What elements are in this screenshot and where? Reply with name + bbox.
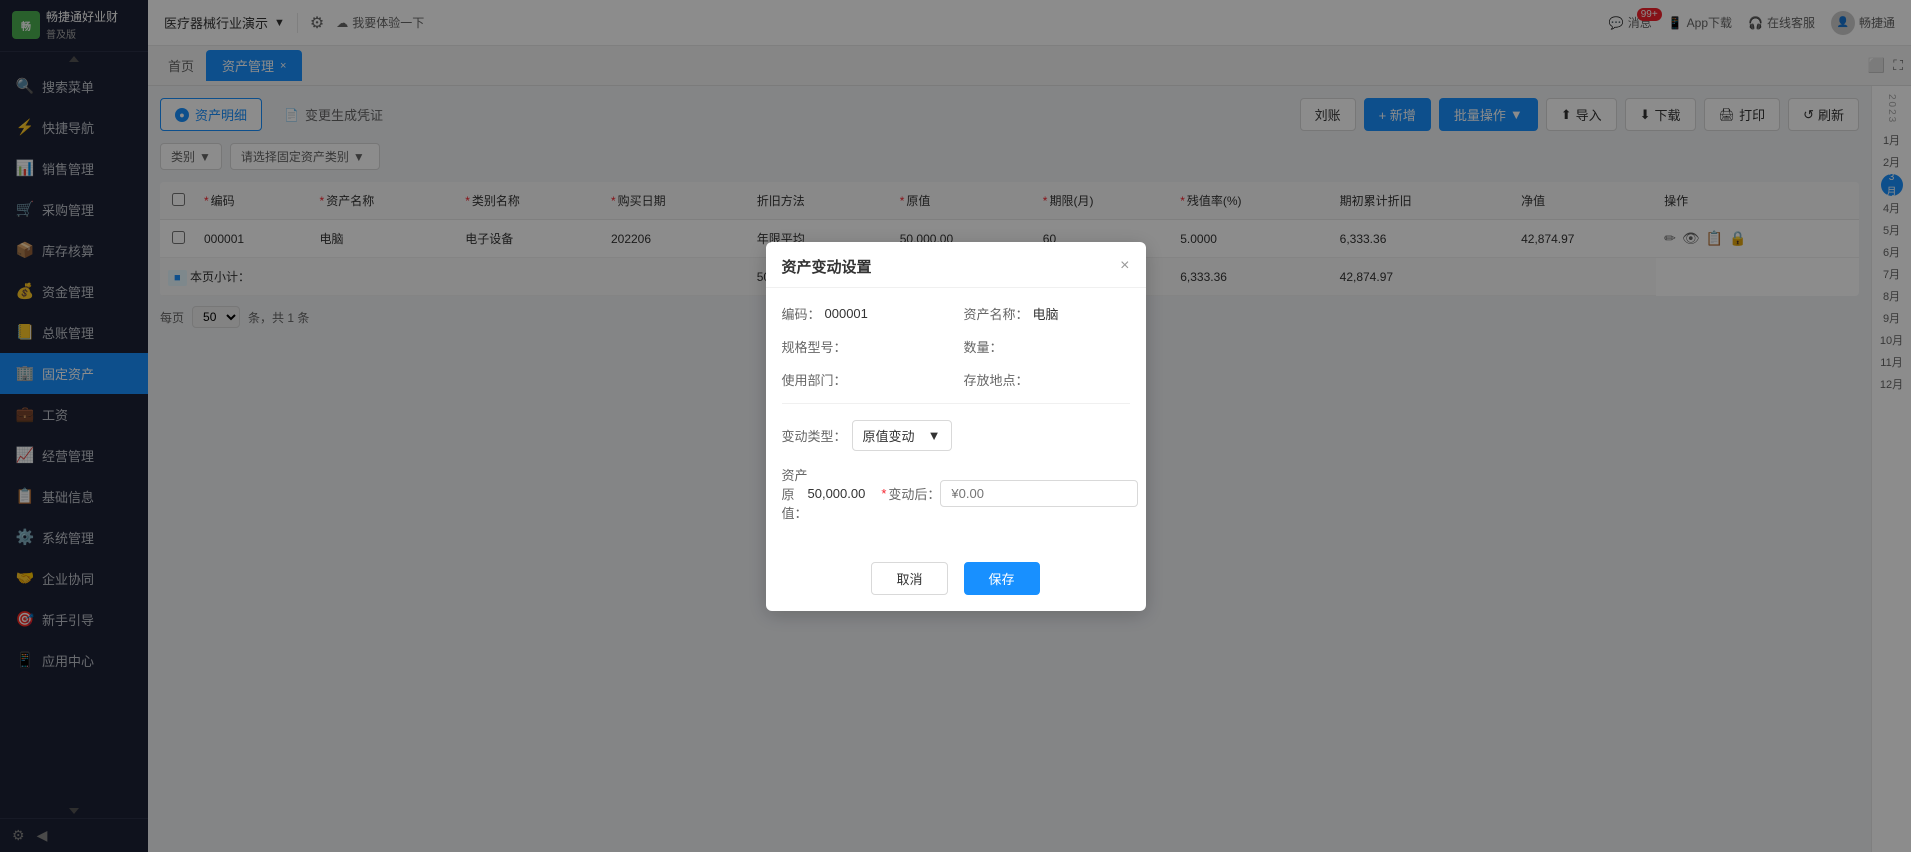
change-type-select[interactable]: 原值变动 ▼	[852, 420, 952, 451]
modal-location-field: 存放地点：	[964, 370, 1130, 389]
modal-code-field: 编码： 000001	[782, 304, 948, 323]
modal-change-type-row: 变动类型： 原值变动 ▼	[782, 420, 1130, 451]
modal-footer: 取消 保存	[766, 552, 1146, 611]
asset-change-modal: 资产变动设置 × 编码： 000001 资产名称： 电脑 规格型号：	[766, 242, 1146, 611]
change-type-dropdown-icon: ▼	[928, 428, 941, 443]
modal-header: 资产变动设置 ×	[766, 242, 1146, 288]
modal-asset-name-field: 资产名称： 电脑	[964, 304, 1130, 323]
modal-overlay: 资产变动设置 × 编码： 000001 资产名称： 电脑 规格型号：	[0, 0, 1911, 852]
modal-quantity-field: 数量：	[964, 337, 1130, 356]
modal-title: 资产变动设置	[782, 256, 872, 277]
save-button[interactable]: 保存	[964, 562, 1040, 595]
modal-body: 编码： 000001 资产名称： 电脑 规格型号： 数量：	[766, 288, 1146, 552]
modal-row-2: 规格型号： 数量：	[782, 337, 1130, 356]
modal-dept-field: 使用部门：	[782, 370, 948, 389]
after-change-input[interactable]	[940, 480, 1138, 507]
modal-close-button[interactable]: ×	[1120, 257, 1129, 275]
modal-row-1: 编码： 000001 资产名称： 电脑	[782, 304, 1130, 323]
cancel-button[interactable]: 取消	[871, 562, 947, 595]
modal-divider	[782, 403, 1130, 404]
modal-row-3: 使用部门： 存放地点：	[782, 370, 1130, 389]
modal-spec-field: 规格型号：	[782, 337, 948, 356]
modal-value-row: 资产原值： 50,000.00 * 变动后：	[782, 465, 1130, 522]
